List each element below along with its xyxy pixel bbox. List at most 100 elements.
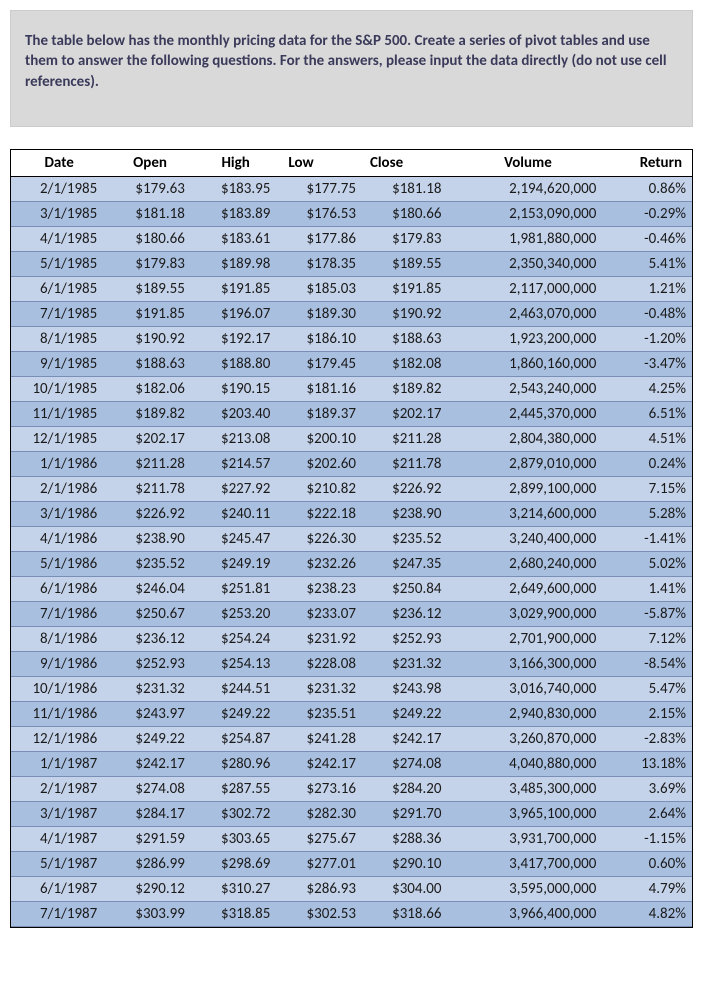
cell-open: $226.92 <box>107 501 193 526</box>
cell-open: $189.82 <box>107 401 193 426</box>
cell-low: $241.28 <box>278 726 364 751</box>
table-row: 12/1/1985$202.17$213.08$200.10$211.282,8… <box>11 426 692 451</box>
cell-high: $253.20 <box>193 601 279 626</box>
cell-return: 1.21% <box>606 276 692 301</box>
cell-date: 5/1/1986 <box>11 551 107 576</box>
table-row: 8/1/1986$236.12$254.24$231.92$252.932,70… <box>11 626 692 651</box>
cell-volume: 2,194,620,000 <box>450 176 607 201</box>
cell-date: 5/1/1987 <box>11 851 107 876</box>
cell-close: $211.28 <box>364 426 450 451</box>
cell-volume: 2,463,070,000 <box>450 301 607 326</box>
cell-volume: 2,649,600,000 <box>450 576 607 601</box>
cell-close: $288.36 <box>364 826 450 851</box>
header-date: Date <box>11 150 107 177</box>
cell-low: $275.67 <box>278 826 364 851</box>
cell-close: $211.78 <box>364 451 450 476</box>
cell-return: 5.02% <box>606 551 692 576</box>
table-row: 11/1/1986$243.97$249.22$235.51$249.222,9… <box>11 701 692 726</box>
cell-close: $247.35 <box>364 551 450 576</box>
cell-date: 1/1/1987 <box>11 751 107 776</box>
table-row: 3/1/1985$181.18$183.89$176.53$180.662,15… <box>11 201 692 226</box>
table-row: 5/1/1986$235.52$249.19$232.26$247.352,68… <box>11 551 692 576</box>
cell-date: 12/1/1985 <box>11 426 107 451</box>
cell-return: 1.41% <box>606 576 692 601</box>
cell-high: $183.95 <box>193 176 279 201</box>
table-row: 1/1/1986$211.28$214.57$202.60$211.782,87… <box>11 451 692 476</box>
cell-date: 7/1/1986 <box>11 601 107 626</box>
cell-close: $179.83 <box>364 226 450 251</box>
cell-low: $231.92 <box>278 626 364 651</box>
table-row: 10/1/1986$231.32$244.51$231.32$243.983,0… <box>11 676 692 701</box>
cell-high: $303.65 <box>193 826 279 851</box>
cell-return: -8.54% <box>606 651 692 676</box>
table-row: 6/1/1986$246.04$251.81$238.23$250.842,64… <box>11 576 692 601</box>
table-row: 4/1/1987$291.59$303.65$275.67$288.363,93… <box>11 826 692 851</box>
cell-return: -1.15% <box>606 826 692 851</box>
table-row: 4/1/1985$180.66$183.61$177.86$179.831,98… <box>11 226 692 251</box>
cell-date: 10/1/1986 <box>11 676 107 701</box>
cell-date: 6/1/1986 <box>11 576 107 601</box>
cell-open: $179.83 <box>107 251 193 276</box>
table-row: 2/1/1985$179.63$183.95$177.75$181.182,19… <box>11 176 692 201</box>
table-row: 4/1/1986$238.90$245.47$226.30$235.523,24… <box>11 526 692 551</box>
cell-open: $252.93 <box>107 651 193 676</box>
cell-low: $226.30 <box>278 526 364 551</box>
cell-high: $318.85 <box>193 901 279 926</box>
cell-volume: 2,940,830,000 <box>450 701 607 726</box>
cell-low: $181.16 <box>278 376 364 401</box>
cell-volume: 3,931,700,000 <box>450 826 607 851</box>
cell-volume: 2,701,900,000 <box>450 626 607 651</box>
cell-date: 11/1/1985 <box>11 401 107 426</box>
cell-open: $211.78 <box>107 476 193 501</box>
cell-return: -0.48% <box>606 301 692 326</box>
cell-high: $227.92 <box>193 476 279 501</box>
table-row: 10/1/1985$182.06$190.15$181.16$189.822,5… <box>11 376 692 401</box>
cell-date: 8/1/1985 <box>11 326 107 351</box>
cell-volume: 3,595,000,000 <box>450 876 607 901</box>
cell-close: $318.66 <box>364 901 450 926</box>
table-row: 7/1/1985$191.85$196.07$189.30$190.922,46… <box>11 301 692 326</box>
table-row: 1/1/1987$242.17$280.96$242.17$274.084,04… <box>11 751 692 776</box>
cell-low: $277.01 <box>278 851 364 876</box>
cell-close: $243.98 <box>364 676 450 701</box>
cell-volume: 3,029,900,000 <box>450 601 607 626</box>
cell-volume: 3,214,600,000 <box>450 501 607 526</box>
cell-low: $189.30 <box>278 301 364 326</box>
cell-low: $242.17 <box>278 751 364 776</box>
cell-date: 3/1/1985 <box>11 201 107 226</box>
cell-close: $231.32 <box>364 651 450 676</box>
cell-open: $286.99 <box>107 851 193 876</box>
cell-date: 2/1/1987 <box>11 776 107 801</box>
cell-low: $185.03 <box>278 276 364 301</box>
cell-volume: 3,260,870,000 <box>450 726 607 751</box>
cell-low: $178.35 <box>278 251 364 276</box>
cell-open: $190.92 <box>107 326 193 351</box>
cell-low: $233.07 <box>278 601 364 626</box>
cell-date: 4/1/1986 <box>11 526 107 551</box>
cell-volume: 2,350,340,000 <box>450 251 607 276</box>
cell-volume: 3,965,100,000 <box>450 801 607 826</box>
header-low: Low <box>278 150 364 177</box>
cell-return: 3.69% <box>606 776 692 801</box>
table-row: 5/1/1985$179.83$189.98$178.35$189.552,35… <box>11 251 692 276</box>
cell-volume: 4,040,880,000 <box>450 751 607 776</box>
cell-high: $192.17 <box>193 326 279 351</box>
cell-return: 0.60% <box>606 851 692 876</box>
cell-low: $177.75 <box>278 176 364 201</box>
cell-open: $246.04 <box>107 576 193 601</box>
pricing-table: Date Open High Low Close Volume Return 2… <box>11 150 692 927</box>
cell-return: -0.29% <box>606 201 692 226</box>
table-row: 3/1/1987$284.17$302.72$282.30$291.703,96… <box>11 801 692 826</box>
cell-close: $226.92 <box>364 476 450 501</box>
cell-return: -5.87% <box>606 601 692 626</box>
cell-high: $302.72 <box>193 801 279 826</box>
table-row: 9/1/1986$252.93$254.13$228.08$231.323,16… <box>11 651 692 676</box>
cell-return: -0.46% <box>606 226 692 251</box>
cell-volume: 2,445,370,000 <box>450 401 607 426</box>
cell-return: -2.83% <box>606 726 692 751</box>
cell-close: $190.92 <box>364 301 450 326</box>
cell-open: $274.08 <box>107 776 193 801</box>
cell-return: 5.47% <box>606 676 692 701</box>
cell-date: 9/1/1985 <box>11 351 107 376</box>
cell-volume: 3,485,300,000 <box>450 776 607 801</box>
